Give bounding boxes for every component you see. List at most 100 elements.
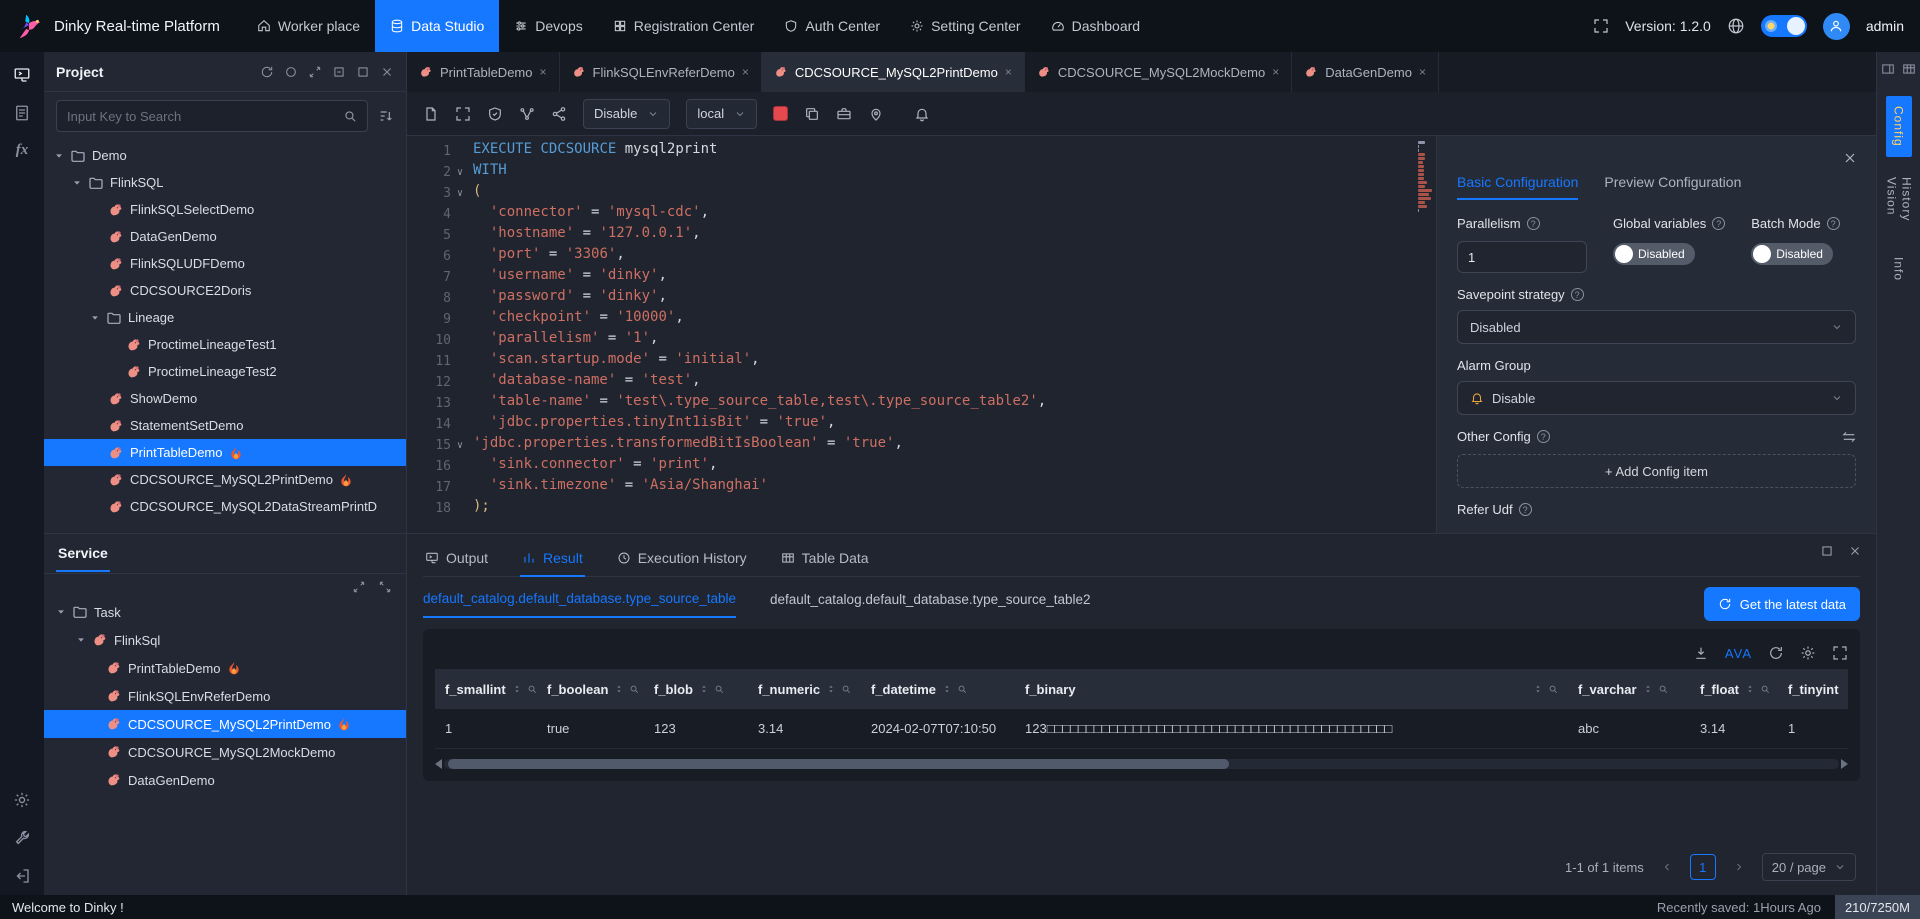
- expand-arrows-icon[interactable]: [308, 65, 322, 79]
- minimize-icon[interactable]: [332, 65, 346, 79]
- column-header-f-binary[interactable]: f_binary: [1015, 669, 1568, 709]
- scrollbar-thumb[interactable]: [448, 759, 1229, 769]
- service-item-datagendemo[interactable]: DataGenDemo: [44, 766, 406, 794]
- tab-close-icon[interactable]: ×: [1272, 65, 1279, 79]
- column-search-icon[interactable]: [629, 684, 639, 694]
- catalog-tab-type-source-table[interactable]: default_catalog.default_database.type_so…: [423, 591, 736, 618]
- horizontal-scrollbar[interactable]: [435, 759, 1848, 769]
- alarm-group-select[interactable]: Disable: [1457, 381, 1856, 415]
- tab-result[interactable]: Result: [520, 546, 585, 576]
- tab-close-icon[interactable]: ×: [1419, 65, 1426, 79]
- editor-code[interactable]: EXECUTE CDCSOURCE mysql2printWITH( 'conn…: [469, 141, 1436, 533]
- tree-item-cdcsource-mysql2datastreamprintdemo[interactable]: CDCSOURCE_MySQL2DataStreamPrintD: [44, 493, 406, 520]
- exit-icon[interactable]: [13, 867, 31, 885]
- close-icon[interactable]: [1848, 544, 1862, 558]
- scroll-right-arrow[interactable]: [1841, 759, 1848, 769]
- column-header-f-varchar[interactable]: f_varchar: [1568, 669, 1690, 709]
- tab-output[interactable]: Output: [423, 546, 490, 576]
- page-number[interactable]: 1: [1690, 854, 1716, 880]
- prev-page-button[interactable]: [1654, 854, 1680, 880]
- theme-toggle[interactable]: [1761, 15, 1807, 37]
- language-globe-icon[interactable]: [1727, 17, 1745, 35]
- sort-icon[interactable]: [378, 108, 394, 124]
- add-config-button[interactable]: + Add Config item: [1457, 454, 1856, 488]
- column-header-f-datetime[interactable]: f_datetime: [861, 669, 1015, 709]
- service-item-flinksqlenvreferdemo[interactable]: FlinkSQLEnvReferDemo: [44, 682, 406, 710]
- column-sort-icon[interactable]: [942, 684, 952, 694]
- refresh-icon[interactable]: [260, 65, 274, 79]
- page-size-select[interactable]: 20 / page: [1762, 853, 1856, 881]
- code-editor[interactable]: 12∨3∨456789101112131415∨161718 EXECUTE C…: [407, 136, 1436, 533]
- nav-setting-center[interactable]: Setting Center: [895, 0, 1036, 52]
- document-icon[interactable]: [13, 104, 31, 122]
- editor-tab-printtabledemo[interactable]: PrintTableDemo×: [407, 52, 560, 92]
- column-search-icon[interactable]: [1548, 684, 1558, 694]
- console-icon[interactable]: [13, 66, 31, 84]
- nav-devops[interactable]: Devops: [499, 0, 597, 52]
- scroll-left-arrow[interactable]: [435, 759, 442, 769]
- editor-tab-cdcsource-mysql2mockdemo[interactable]: CDCSOURCE_MySQL2MockDemo×: [1025, 52, 1292, 92]
- swap-icon[interactable]: [1842, 430, 1856, 444]
- nav-data-studio[interactable]: Data Studio: [375, 0, 499, 52]
- column-sort-icon[interactable]: [1745, 684, 1755, 694]
- tree-item-demo[interactable]: Demo: [44, 142, 406, 169]
- get-latest-data-button[interactable]: Get the latest data: [1704, 587, 1860, 621]
- column-header-f-boolean[interactable]: f_boolean: [537, 669, 644, 709]
- column-search-icon[interactable]: [841, 684, 851, 694]
- ava-toggle[interactable]: AVA: [1725, 646, 1752, 661]
- service-panel-title[interactable]: Service: [56, 536, 110, 572]
- job-briefcase-icon[interactable]: [836, 106, 852, 122]
- tab-basic-configuration[interactable]: Basic Configuration: [1457, 174, 1578, 200]
- tree-item-flinksql[interactable]: FlinkSQL: [44, 169, 406, 196]
- refresh-icon[interactable]: [1768, 645, 1784, 661]
- column-sort-icon[interactable]: [1643, 684, 1653, 694]
- column-header-f-blob[interactable]: f_blob: [644, 669, 748, 709]
- collapse-all-icon[interactable]: [378, 580, 392, 594]
- tab-info[interactable]: Info: [1892, 257, 1906, 281]
- tree-item-lineage[interactable]: Lineage: [44, 304, 406, 331]
- copy-icon[interactable]: [804, 106, 820, 122]
- scrollbar-track[interactable]: [444, 759, 1839, 769]
- format-file-icon[interactable]: [423, 106, 439, 122]
- service-item-printtabledemo[interactable]: PrintTableDemo: [44, 654, 406, 682]
- batch-mode-toggle[interactable]: Disabled: [1751, 243, 1833, 265]
- tree-item-proctimelineagetest1[interactable]: ProctimeLineageTest1: [44, 331, 406, 358]
- dag-graph-icon[interactable]: [519, 106, 535, 122]
- catalog-tab-type-source-table2[interactable]: default_catalog.default_database.type_so…: [770, 592, 1091, 617]
- service-item-flinksql[interactable]: FlinkSql: [44, 626, 406, 654]
- service-item-cdcsource-mysql2mockdemo[interactable]: CDCSOURCE_MySQL2MockDemo: [44, 738, 406, 766]
- tree-item-flinksqlselectdemo[interactable]: FlinkSQLSelectDemo: [44, 196, 406, 223]
- tab-execution-history[interactable]: Execution History: [615, 546, 749, 576]
- tree-item-printtabledemo[interactable]: PrintTableDemo: [44, 439, 406, 466]
- stop-button[interactable]: [773, 106, 788, 121]
- service-item-task[interactable]: Task: [44, 598, 406, 626]
- fullscreen-icon[interactable]: [1832, 645, 1848, 661]
- fullscreen-icon[interactable]: [1593, 18, 1609, 34]
- column-search-icon[interactable]: [957, 684, 967, 694]
- close-icon[interactable]: [1842, 150, 1858, 166]
- tree-item-cdcsource-mysql2printdemo[interactable]: CDCSOURCE_MySQL2PrintDemo: [44, 466, 406, 493]
- maximize-icon[interactable]: [356, 65, 370, 79]
- column-search-icon[interactable]: [1658, 684, 1668, 694]
- tab-table-data[interactable]: Table Data: [779, 546, 871, 576]
- column-search-icon[interactable]: [714, 684, 724, 694]
- service-item-cdcsource-mysql2printdemo[interactable]: CDCSOURCE_MySQL2PrintDemo: [44, 710, 406, 738]
- column-sort-icon[interactable]: [699, 684, 709, 694]
- lineage-share-icon[interactable]: [551, 106, 567, 122]
- column-header-f-tinyint[interactable]: f_tinyint: [1778, 669, 1848, 709]
- tree-item-cdcsource2doris[interactable]: CDCSOURCE2Doris: [44, 277, 406, 304]
- parallelism-input[interactable]: [1457, 241, 1587, 273]
- tree-item-proctimelineagetest2[interactable]: ProctimeLineageTest2: [44, 358, 406, 385]
- editor-tab-flinksqlenvreferdemo[interactable]: FlinkSQLEnvReferDemo×: [560, 52, 762, 92]
- editor-tab-datagendemo[interactable]: DataGenDemo×: [1292, 52, 1439, 92]
- nav-worker-place[interactable]: Worker place: [242, 0, 375, 52]
- gear-icon[interactable]: [1800, 645, 1816, 661]
- locate-pin-icon[interactable]: [868, 106, 884, 122]
- editor-tab-cdcsource-mysql2printdemo[interactable]: CDCSOURCE_MySQL2PrintDemo×: [762, 52, 1025, 92]
- next-page-button[interactable]: [1726, 854, 1752, 880]
- tree-item-statementsetdemo[interactable]: StatementSetDemo: [44, 412, 406, 439]
- column-sort-icon[interactable]: [826, 684, 836, 694]
- panel-layout-icon[interactable]: [1881, 62, 1895, 76]
- column-header-f-numeric[interactable]: f_numeric: [748, 669, 861, 709]
- tree-item-showdemo[interactable]: ShowDemo: [44, 385, 406, 412]
